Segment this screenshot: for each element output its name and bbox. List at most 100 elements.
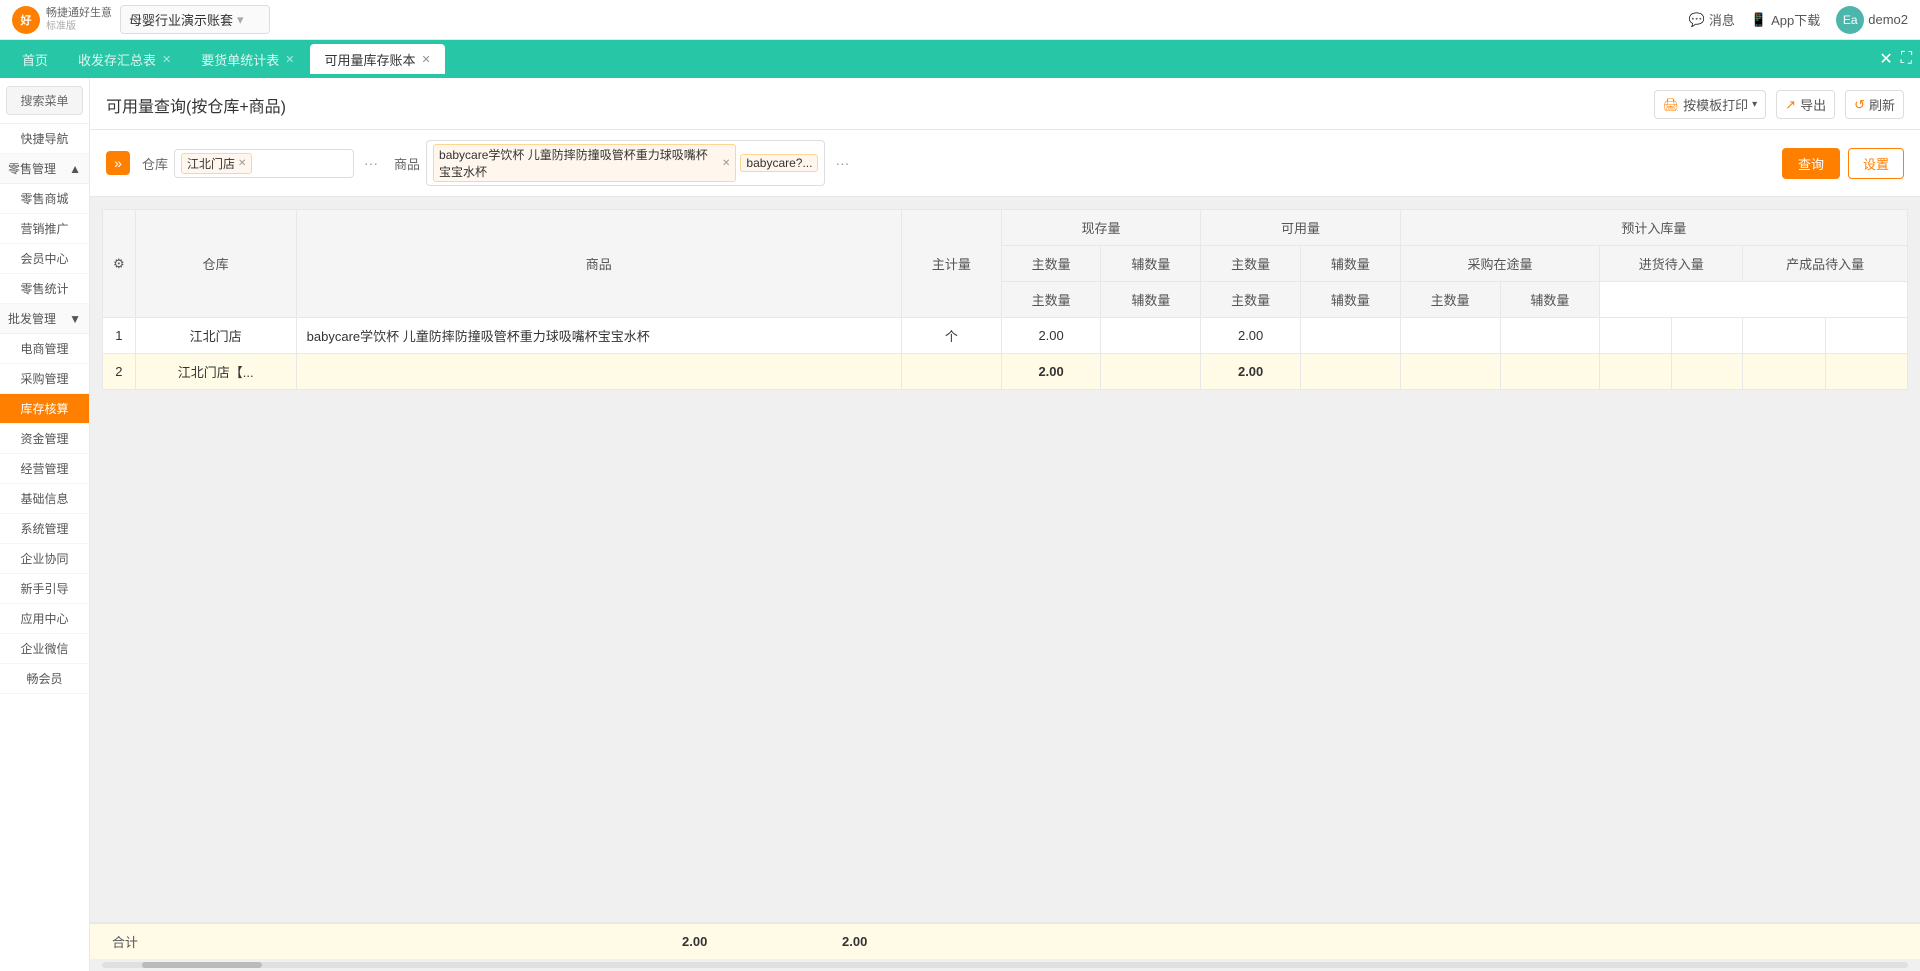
sidebar-item-basic-info[interactable]: 基础信息: [0, 484, 89, 514]
scrollbar-track[interactable]: [102, 962, 1908, 968]
sidebar-item-retail-mall[interactable]: 零售商城: [0, 184, 89, 214]
sidebar-item-marketing[interactable]: 营销推广: [0, 214, 89, 244]
tab-collection-summary[interactable]: 收发存汇总表 ✕: [64, 44, 185, 74]
close-window-icon[interactable]: ✕: [1879, 49, 1892, 69]
scrollbar-row: [90, 959, 1920, 971]
chevron-icon: ▼: [69, 312, 81, 326]
sidebar-item-member-center[interactable]: 会员中心: [0, 244, 89, 274]
settings-btn[interactable]: 设置: [1848, 148, 1904, 179]
table-area: ⚙ 仓库 商品 主计量 现存量 可用量 预计入库量 主数量 辅数量 主数量 辅数…: [90, 197, 1920, 922]
th-available-group: 可用量: [1201, 210, 1401, 246]
filter-expand-btn[interactable]: »: [106, 151, 130, 175]
th-pur-main: 主数量: [1001, 282, 1101, 318]
row-unit-2: [901, 354, 1001, 390]
th-in-main: 主数量: [1201, 282, 1301, 318]
th-inbound-group: 进货待入量: [1600, 246, 1743, 282]
page-title: 可用量查询(按仓库+商品): [106, 93, 286, 117]
product-label: 商品: [394, 154, 420, 173]
sidebar-item-new-guide[interactable]: 新手引导: [0, 574, 89, 604]
sidebar-item-wholesale-mgmt[interactable]: 批发管理 ▼: [0, 304, 89, 334]
row-in-main-1: [1600, 318, 1671, 354]
tab-home[interactable]: 首页: [8, 44, 62, 74]
row-prod-main-2: [1743, 354, 1825, 390]
sidebar-item-purchase-mgmt[interactable]: 采购管理: [0, 364, 89, 394]
tab-close-icon[interactable]: ✕: [162, 53, 171, 66]
row-avail-main-1: 2.00: [1201, 318, 1301, 354]
sidebar-item-system-mgmt[interactable]: 系统管理: [0, 514, 89, 544]
row-pur-sub-2: [1500, 354, 1600, 390]
chevron-down-icon: ▾: [237, 12, 244, 28]
scrollbar-thumb[interactable]: [142, 962, 262, 968]
sidebar-item-members[interactable]: 畅会员: [0, 664, 89, 694]
org-selector[interactable]: 母婴行业演示账套 ▾: [120, 5, 270, 34]
th-stock-group: 现存量: [1001, 210, 1201, 246]
search-menu-btn[interactable]: 搜索菜单: [6, 86, 83, 115]
sidebar: 搜索菜单 快捷导航 零售管理 ▲ 零售商城 营销推广 会员中心 零售统计 批发管…: [0, 78, 90, 971]
sidebar-item-app-center[interactable]: 应用中心: [0, 604, 89, 634]
sidebar-item-business-mgmt[interactable]: 经营管理: [0, 454, 89, 484]
sidebar-item-quick-nav[interactable]: 快捷导航: [0, 124, 89, 154]
th-warehouse: 仓库: [135, 210, 296, 318]
app-download-btn[interactable]: 📱 App下载: [1751, 10, 1820, 29]
row-avail-main-2: 2.00: [1201, 354, 1301, 390]
table-row: 2 江北门店【... 2.00 2.00: [103, 354, 1908, 390]
row-num-2: 2: [103, 354, 136, 390]
product-tags[interactable]: babycare学饮杯 儿童防摔防撞吸管杯重力球吸嘴杯宝宝水杯 ✕ babyca…: [426, 140, 825, 186]
sidebar-item-inventory[interactable]: 库存核算: [0, 394, 89, 424]
th-settings: ⚙: [103, 210, 136, 318]
tab-order-stats[interactable]: 要货单统计表 ✕: [187, 44, 308, 74]
row-unit-1: 个: [901, 318, 1001, 354]
sidebar-item-enterprise[interactable]: 企业协同: [0, 544, 89, 574]
row-in-sub-1: [1671, 318, 1743, 354]
row-stock-main-1: 2.00: [1001, 318, 1101, 354]
row-pur-main-1: [1400, 318, 1500, 354]
chevron-down-icon: ▾: [1752, 99, 1757, 110]
warehouse-label: 仓库: [142, 154, 168, 173]
tag-close-icon[interactable]: ✕: [722, 158, 730, 169]
query-btn[interactable]: 查询: [1782, 148, 1840, 179]
table-footer: 合计 2.00 2.00: [90, 922, 1920, 959]
maximize-icon[interactable]: ⛶: [1901, 50, 1912, 68]
tag-close-icon[interactable]: ✕: [238, 158, 246, 169]
th-stock-main: 主数量: [1001, 246, 1101, 282]
nav-tabs-right: ✕ ⛶: [1879, 49, 1912, 69]
refresh-icon: ↺: [1854, 97, 1865, 113]
th-purchase-group: 采购在途量: [1400, 246, 1600, 282]
data-table: ⚙ 仓库 商品 主计量 现存量 可用量 预计入库量 主数量 辅数量 主数量 辅数…: [102, 209, 1908, 390]
th-unit: 主计量: [901, 210, 1001, 318]
th-avail-sub: 辅数量: [1301, 246, 1401, 282]
tab-available-inventory[interactable]: 可用量库存账本 ✕: [310, 44, 444, 74]
tab-close-icon[interactable]: ✕: [422, 53, 431, 66]
th-stock-sub: 辅数量: [1101, 246, 1201, 282]
product-tag-2: babycare?...: [740, 154, 818, 172]
warehouse-tags[interactable]: 江北门店 ✕: [174, 149, 354, 178]
row-num-1: 1: [103, 318, 136, 354]
th-product-grp: 产成品待入量: [1743, 246, 1908, 282]
logo-icon: 好: [12, 6, 40, 34]
sidebar-item-retail-stats[interactable]: 零售统计: [0, 274, 89, 304]
filter-more-icon[interactable]: ···: [831, 155, 853, 171]
row-stock-sub-1: [1101, 318, 1201, 354]
sidebar-item-retail-mgmt[interactable]: 零售管理 ▲: [0, 154, 89, 184]
refresh-btn[interactable]: ↺ 刷新: [1845, 90, 1904, 119]
filter-area: » 仓库 江北门店 ✕ ··· 商品 babycare学饮杯 儿童防摔防撞吸管杯…: [90, 130, 1920, 197]
filter-more-icon[interactable]: ···: [360, 155, 382, 171]
tab-close-icon[interactable]: ✕: [285, 53, 294, 66]
sidebar-item-finance[interactable]: 资金管理: [0, 424, 89, 454]
print-btn[interactable]: 🖨 按模板打印 ▾: [1654, 90, 1767, 119]
th-pur-sub: 辅数量: [1101, 282, 1201, 318]
user-menu[interactable]: Ea demo2: [1836, 6, 1908, 34]
row-in-sub-2: [1671, 354, 1743, 390]
avatar: Ea: [1836, 6, 1864, 34]
nav-tabs: 首页 收发存汇总表 ✕ 要货单统计表 ✕ 可用量库存账本 ✕ ✕ ⛶: [0, 40, 1920, 78]
th-prod-main: 主数量: [1400, 282, 1500, 318]
th-avail-main: 主数量: [1201, 246, 1301, 282]
product-filter-group: 商品 babycare学饮杯 儿童防摔防撞吸管杯重力球吸嘴杯宝宝水杯 ✕ bab…: [394, 140, 853, 186]
sidebar-item-enterprise-wechat[interactable]: 企业微信: [0, 634, 89, 664]
sidebar-item-ecommerce[interactable]: 电商管理: [0, 334, 89, 364]
export-btn[interactable]: ↗ 导出: [1776, 90, 1835, 119]
th-prod-sub: 辅数量: [1500, 282, 1600, 318]
message-icon: 💬: [1689, 12, 1705, 28]
row-prod-sub-1: [1825, 318, 1907, 354]
message-btn[interactable]: 💬 消息: [1689, 10, 1735, 29]
